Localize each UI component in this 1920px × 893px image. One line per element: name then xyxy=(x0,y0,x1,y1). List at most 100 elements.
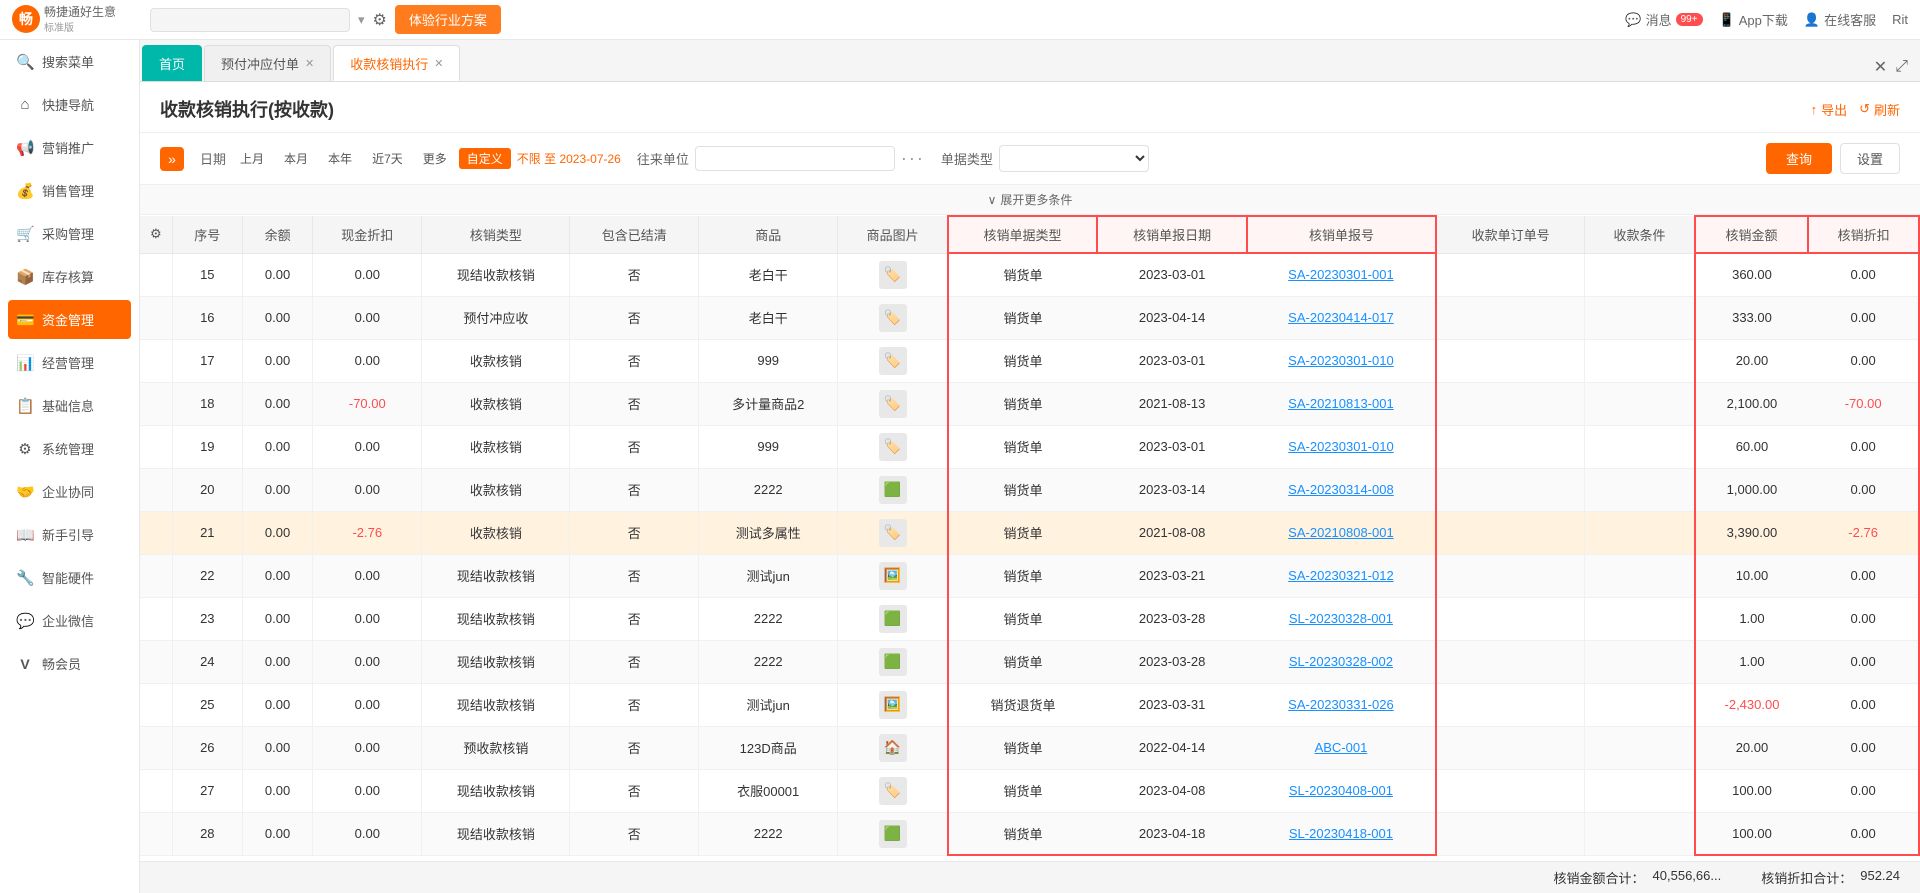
cell-cancel-bill-no[interactable]: SA-20210813-001 xyxy=(1247,382,1436,425)
bill-type-filter-group: 单据类型 xyxy=(941,145,1149,172)
cell-product-image: 🏷️ xyxy=(838,382,948,425)
query-button[interactable]: 查询 xyxy=(1766,143,1832,174)
cancel-bill-no-link[interactable]: SL-20230328-001 xyxy=(1289,611,1393,626)
date-opt-last-month[interactable]: 上月 xyxy=(232,148,272,169)
cancel-bill-no-link[interactable]: SA-20230314-008 xyxy=(1288,482,1394,497)
cell-include-settled: 否 xyxy=(570,683,699,726)
cell-receipt-order-no xyxy=(1436,554,1585,597)
sidebar-item-guide[interactable]: 📖 新手引导 xyxy=(0,513,139,556)
footer-cancel-amount: 核销金额合计： 40,556,66... xyxy=(1554,868,1722,887)
cancel-bill-no-link[interactable]: SA-20210808-001 xyxy=(1288,525,1394,540)
date-opt-custom[interactable]: 自定义 xyxy=(459,148,511,169)
cell-cancel-bill-no[interactable]: SA-20230414-017 xyxy=(1247,296,1436,339)
table-container: ⚙ 序号 余额 现金折扣 核销类型 包含已结清 商品 商品图片 核销单据类型 核… xyxy=(140,215,1920,861)
from-unit-input[interactable] xyxy=(695,146,895,171)
cell-cancel-bill-no[interactable]: SA-20230301-010 xyxy=(1247,339,1436,382)
cell-balance: 0.00 xyxy=(242,726,312,769)
user-button[interactable]: Rit xyxy=(1892,12,1908,27)
cell-cancel-type: 现结收款核销 xyxy=(422,253,570,296)
chevron-icon[interactable]: ▾ xyxy=(358,12,365,28)
cell-balance: 0.00 xyxy=(242,640,312,683)
sidebar-label-shortcut: 快捷导航 xyxy=(42,95,94,114)
cancel-bill-no-link[interactable]: SA-20230414-017 xyxy=(1288,310,1394,325)
tab-receipts-close[interactable]: ✕ xyxy=(434,57,443,70)
close-window-button[interactable]: ✕ xyxy=(1874,57,1887,77)
settings-icon[interactable]: ⚙ xyxy=(373,10,387,30)
cancel-bill-no-link[interactable]: ABC-001 xyxy=(1315,740,1368,755)
message-button[interactable]: 💬 消息 99+ xyxy=(1625,10,1702,29)
sidebar-item-sales[interactable]: 💰 销售管理 xyxy=(0,169,139,212)
maximize-button[interactable]: ⤢ xyxy=(1895,58,1908,76)
date-opt-more[interactable]: 更多 xyxy=(415,148,455,169)
search-input[interactable] xyxy=(150,8,350,32)
sidebar-item-shortcut[interactable]: ⌂ 快捷导航 xyxy=(0,83,139,126)
cell-cancel-bill-no[interactable]: SA-20230331-026 xyxy=(1247,683,1436,726)
cell-cancel-bill-no[interactable]: SA-20230301-010 xyxy=(1247,425,1436,468)
col-gear[interactable]: ⚙ xyxy=(140,216,172,253)
tab-receipts[interactable]: 收款核销执行 ✕ xyxy=(333,45,460,81)
export-button[interactable]: ↑ 导出 xyxy=(1811,100,1848,119)
cell-cancel-amount: 333.00 xyxy=(1695,296,1809,339)
cell-cancel-bill-no[interactable]: SL-20230328-001 xyxy=(1247,597,1436,640)
date-opt-7days[interactable]: 近7天 xyxy=(364,148,411,169)
tab-prepay[interactable]: 预付冲应付单 ✕ xyxy=(204,45,331,81)
cell-cancel-bill-no[interactable]: SL-20230408-001 xyxy=(1247,769,1436,812)
cell-cancel-bill-date: 2023-04-08 xyxy=(1097,769,1247,812)
sidebar-item-purchase[interactable]: 🛒 采购管理 xyxy=(0,212,139,255)
tab-prepay-close[interactable]: ✕ xyxy=(305,57,314,70)
cell-cancel-bill-no[interactable]: SL-20230418-001 xyxy=(1247,812,1436,855)
cell-receipt-order-no xyxy=(1436,425,1585,468)
online-service-button[interactable]: 👤 在线客服 xyxy=(1804,10,1876,29)
product-image-thumb: 🏷️ xyxy=(879,433,907,461)
cancel-bill-no-link[interactable]: SL-20230408-001 xyxy=(1289,783,1393,798)
cancel-bill-no-link[interactable]: SA-20230301-010 xyxy=(1288,353,1394,368)
cell-cancel-bill-no[interactable]: SA-20230321-012 xyxy=(1247,554,1436,597)
cell-cancel-bill-no[interactable]: SA-20210808-001 xyxy=(1247,511,1436,554)
sidebar-item-vip[interactable]: V 畅会员 xyxy=(0,642,139,685)
sidebar-item-operation[interactable]: 📊 经营管理 xyxy=(0,341,139,384)
cancel-bill-no-link[interactable]: SL-20230418-001 xyxy=(1289,826,1393,841)
cancel-bill-no-link[interactable]: SA-20230301-001 xyxy=(1288,267,1394,282)
sidebar-item-inventory[interactable]: 📦 库存核算 xyxy=(0,255,139,298)
date-opt-this-month[interactable]: 本月 xyxy=(276,148,316,169)
cell-cancel-bill-no[interactable]: ABC-001 xyxy=(1247,726,1436,769)
cell-cancel-bill-no[interactable]: SL-20230328-002 xyxy=(1247,640,1436,683)
sidebar-item-basic[interactable]: 📋 基础信息 xyxy=(0,384,139,427)
cell-cancel-type: 现结收款核销 xyxy=(422,597,570,640)
cancel-bill-no-link[interactable]: SA-20230331-026 xyxy=(1288,697,1394,712)
sidebar-item-enterprise[interactable]: 🤝 企业协同 xyxy=(0,470,139,513)
cancel-bill-no-link[interactable]: SA-20210813-001 xyxy=(1288,396,1394,411)
cell-gear xyxy=(140,812,172,855)
sidebar-item-hardware[interactable]: 🔧 智能硬件 xyxy=(0,556,139,599)
industry-button[interactable]: 体验行业方案 xyxy=(395,5,501,34)
sidebar-item-search[interactable]: 🔍 搜索菜单 xyxy=(0,40,139,83)
cell-seq: 22 xyxy=(172,554,242,597)
cell-cancel-discount: 0.00 xyxy=(1808,726,1919,769)
cell-cancel-bill-no[interactable]: SA-20230301-001 xyxy=(1247,253,1436,296)
expand-more-button[interactable]: ∨ 展开更多条件 xyxy=(988,191,1073,208)
bill-type-select[interactable] xyxy=(999,145,1149,172)
cancel-bill-no-link[interactable]: SA-20230321-012 xyxy=(1288,568,1394,583)
cell-cancel-amount: 20.00 xyxy=(1695,726,1809,769)
filter-expand-button[interactable]: » xyxy=(160,147,184,171)
filter-settings-button[interactable]: 设置 xyxy=(1840,143,1900,174)
app-download-button[interactable]: 📱 App下载 xyxy=(1719,10,1788,29)
tab-home[interactable]: 首页 xyxy=(142,45,202,81)
cell-cash-discount: 0.00 xyxy=(313,597,422,640)
cell-cash-discount: -2.76 xyxy=(313,511,422,554)
refresh-button[interactable]: ↺ 刷新 xyxy=(1859,100,1900,119)
sidebar-item-wechat[interactable]: 💬 企业微信 xyxy=(0,599,139,642)
refresh-icon: ↺ xyxy=(1859,101,1870,117)
sidebar-item-system[interactable]: ⚙ 系统管理 xyxy=(0,427,139,470)
table-row: 22 0.00 0.00 现结收款核销 否 测试jun 🖼️ 销货单 2023-… xyxy=(140,554,1919,597)
cell-cancel-bill-no[interactable]: SA-20230314-008 xyxy=(1247,468,1436,511)
col-receipt-order-no: 收款单订单号 xyxy=(1436,216,1585,253)
date-opt-this-year[interactable]: 本年 xyxy=(320,148,360,169)
cell-product: 老白干 xyxy=(699,296,838,339)
sidebar-item-finance[interactable]: 💳 资金管理 xyxy=(8,300,131,339)
cell-cancel-bill-date: 2023-03-01 xyxy=(1097,425,1247,468)
sidebar-item-marketing[interactable]: 📢 营销推广 xyxy=(0,126,139,169)
cancel-bill-no-link[interactable]: SA-20230301-010 xyxy=(1288,439,1394,454)
cancel-bill-no-link[interactable]: SL-20230328-002 xyxy=(1289,654,1393,669)
sidebar-label-sales: 销售管理 xyxy=(42,181,94,200)
